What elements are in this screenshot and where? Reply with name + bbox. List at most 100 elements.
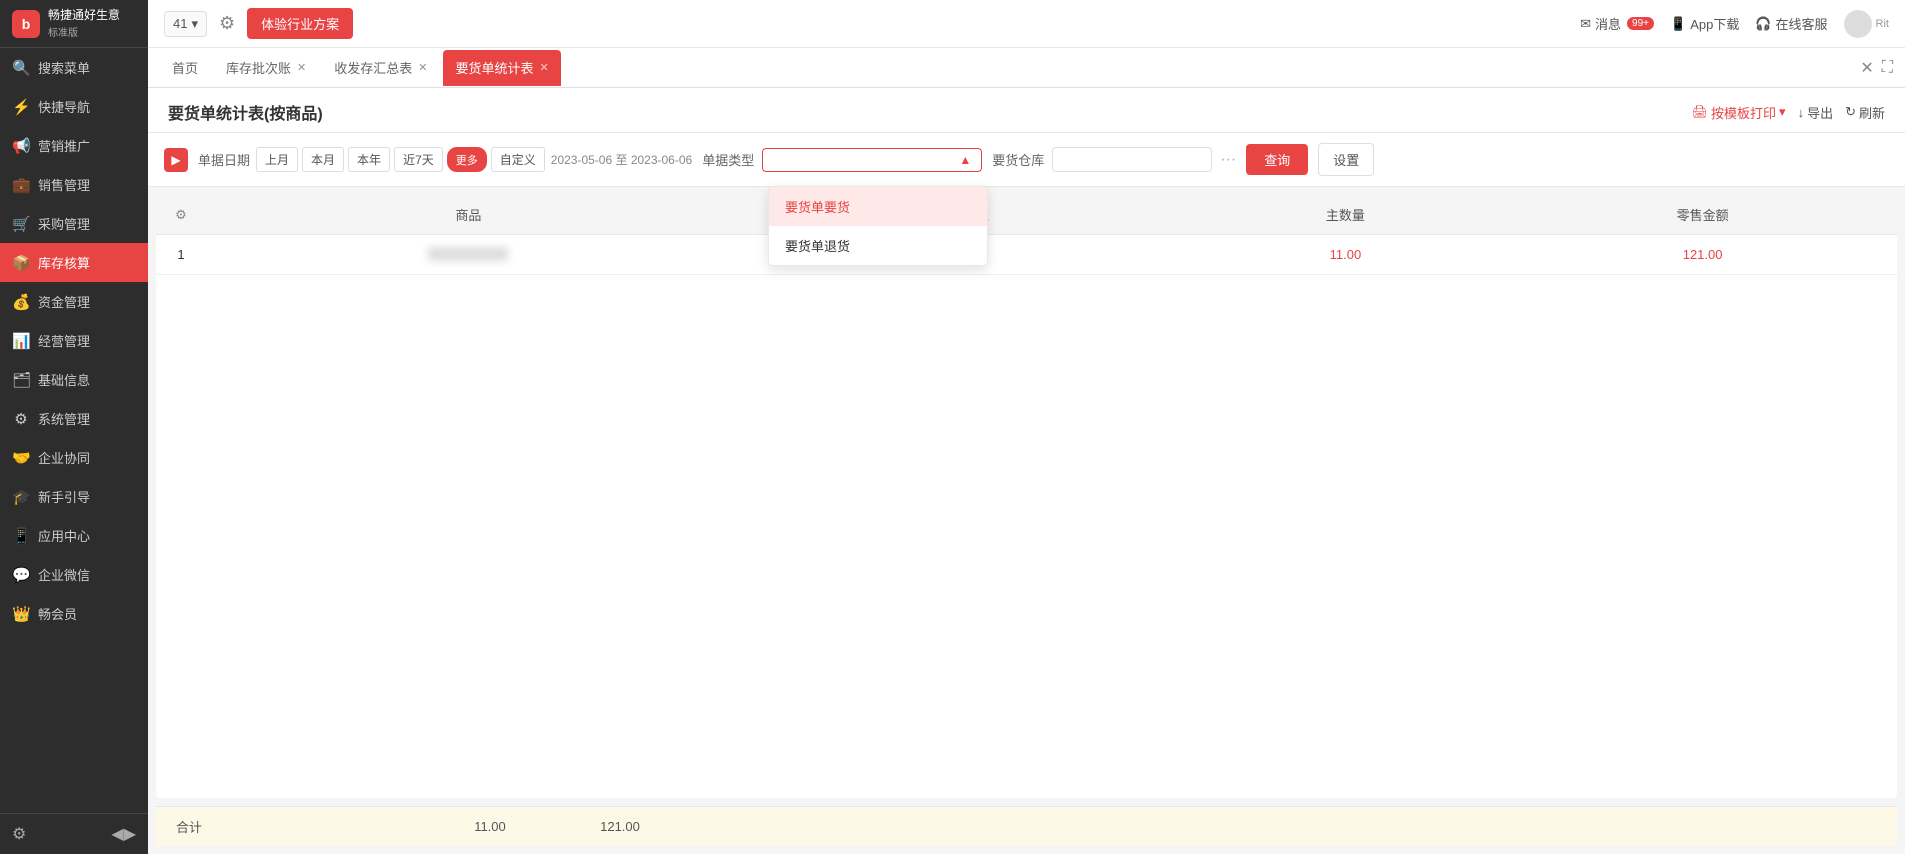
store-selector[interactable]: 41 ▾ (164, 11, 207, 37)
chart-icon: 📊 (12, 332, 30, 350)
date-btn-7days[interactable]: 近7天 (394, 147, 443, 172)
col-goods-header: 商品 (206, 195, 731, 235)
sidebar-item-base[interactable]: 🗂 基础信息 (0, 360, 148, 399)
date-btn-custom[interactable]: 自定义 (491, 147, 545, 172)
date-filter-group: 单据日期 上月 本月 本年 近7天 更多 自定义 2023-05-06 至 20… (198, 147, 692, 172)
sidebar-item-finance[interactable]: 💰 资金管理 (0, 282, 148, 321)
footer-qty: 11.00 (410, 819, 570, 834)
sidebar-item-label: 企业协同 (38, 448, 90, 467)
warehouse-input[interactable] (1052, 147, 1212, 172)
tab-batch-close[interactable]: ✕ (297, 61, 306, 74)
dropdown-item-order-return[interactable]: 要货单退货 (769, 226, 987, 265)
finance-icon: 💰 (12, 293, 30, 311)
page-content: 要货单统计表(按商品) 🖨 按模板打印 ▾ ↓ 导出 ↻ 刷新 ▶ (148, 88, 1905, 854)
table-header-row: ⚙ 商品 主计量单位 主数量 零售金额 (156, 195, 1897, 235)
guide-icon: 🎓 (12, 488, 30, 506)
tab-summary[interactable]: 收发存汇总表 ✕ (322, 50, 439, 86)
table-footer: 合计 11.00 121.00 (156, 806, 1897, 846)
sidebar-item-purchase[interactable]: 🛒 采购管理 (0, 204, 148, 243)
settings-bottom-icon[interactable]: ⚙ (12, 824, 26, 844)
date-quick-buttons: 上月 本月 本年 近7天 更多 自定义 (256, 147, 545, 172)
trial-button[interactable]: 体验行业方案 (247, 8, 353, 39)
close-all-icon[interactable]: ✕ (1860, 58, 1873, 78)
settings-button[interactable]: 设置 (1318, 143, 1374, 176)
row-goods (206, 235, 731, 275)
refresh-icon: ↻ (1845, 104, 1856, 120)
tab-home[interactable]: 首页 (160, 50, 210, 86)
sidebar-item-wechat[interactable]: 💬 企业微信 (0, 555, 148, 594)
sidebar-item-label: 基础信息 (38, 370, 90, 389)
sidebar-item-apps[interactable]: 📱 应用中心 (0, 516, 148, 555)
sidebar-item-system[interactable]: ⚙ 系统管理 (0, 399, 148, 438)
app-download-btn[interactable]: 📱 App下载 (1670, 14, 1739, 33)
sidebar-item-label: 经营管理 (38, 331, 90, 350)
page-header-actions: 🖨 按模板打印 ▾ ↓ 导出 ↻ 刷新 (1692, 103, 1886, 122)
topbar: 41 ▾ ⚙ 体验行业方案 ✉ 消息 99+ 📱 App下载 🎧 在线客服 R (148, 0, 1905, 48)
warehouse-more-icon[interactable]: ··· (1220, 151, 1236, 169)
goods-name-blurred (428, 247, 508, 261)
date-btn-last-month[interactable]: 上月 (256, 147, 298, 172)
sidebar-item-label: 企业微信 (38, 565, 90, 584)
topbar-settings-icon[interactable]: ⚙ (219, 13, 235, 34)
online-service-btn[interactable]: 🎧 在线客服 (1755, 14, 1827, 33)
tab-summary-label: 收发存汇总表 (334, 58, 412, 77)
sidebar-item-member[interactable]: 👑 畅会员 (0, 594, 148, 633)
user-avatar[interactable]: Rit (1844, 10, 1889, 38)
sales-icon: 💼 (12, 176, 30, 194)
online-service-label: 在线客服 (1776, 14, 1828, 33)
sidebar-item-operations[interactable]: 📊 经营管理 (0, 321, 148, 360)
col-settings-header: ⚙ (156, 195, 206, 235)
collapse-icon[interactable]: ◀▶ (111, 824, 136, 844)
tabbar-controls: ✕ ⛶ (1860, 58, 1893, 78)
tab-order-stat[interactable]: 要货单统计表 ✕ (443, 50, 560, 86)
sidebar-item-marketing[interactable]: 📢 营销推广 (0, 126, 148, 165)
tab-order-stat-close[interactable]: ✕ (540, 61, 549, 74)
marketing-icon: 📢 (12, 137, 30, 155)
sidebar-item-label: 系统管理 (38, 409, 90, 428)
sidebar-item-corp[interactable]: 🤝 企业协同 (0, 438, 148, 477)
sidebar-item-inventory[interactable]: 📦 库存核算 (0, 243, 148, 282)
sidebar-item-label: 资金管理 (38, 292, 90, 311)
date-btn-this-month[interactable]: 本月 (302, 147, 344, 172)
sidebar-item-label: 畅会员 (38, 604, 77, 623)
sidebar-item-shortcut[interactable]: ⚡ 快捷导航 (0, 87, 148, 126)
type-filter-group: 单据类型 ▲ (702, 148, 982, 172)
date-btn-this-year[interactable]: 本年 (348, 147, 390, 172)
tabbar: 首页 库存批次账 ✕ 收发存汇总表 ✕ 要货单统计表 ✕ ✕ ⛶ (148, 48, 1905, 88)
footer-amount: 121.00 (570, 819, 670, 834)
handshake-icon: 🤝 (12, 449, 30, 467)
type-dropdown-trigger[interactable]: ▲ (762, 148, 982, 172)
tab-batch[interactable]: 库存批次账 ✕ (214, 50, 318, 86)
store-number: 41 (173, 16, 187, 31)
system-icon: ⚙ (12, 410, 30, 428)
refresh-button[interactable]: ↻ 刷新 (1845, 103, 1885, 122)
inventory-icon: 📦 (12, 254, 30, 272)
row-index: 1 (156, 235, 206, 275)
export-button[interactable]: ↓ 导出 (1798, 103, 1834, 122)
date-btn-more[interactable]: 更多 (447, 147, 487, 172)
sidebar-item-search[interactable]: 🔍 搜索菜单 (0, 48, 148, 87)
dropdown-item-order-goods[interactable]: 要货单要货 (769, 187, 987, 226)
sidebar-item-label: 营销推广 (38, 136, 90, 155)
page-header: 要货单统计表(按商品) 🖨 按模板打印 ▾ ↓ 导出 ↻ 刷新 (148, 88, 1905, 133)
query-button[interactable]: 查询 (1246, 144, 1308, 175)
app-download-label: App下载 (1690, 14, 1739, 33)
col-amount-header: 零售金额 (1508, 195, 1897, 235)
tab-summary-close[interactable]: ✕ (418, 61, 427, 74)
chevron-up-icon: ▲ (959, 153, 971, 167)
filter-expand-button[interactable]: ▶ (164, 148, 188, 172)
messages-btn[interactable]: ✉ 消息 99+ (1580, 14, 1654, 33)
member-icon: 👑 (12, 605, 30, 623)
app-version: 标准版 (48, 24, 120, 39)
print-button[interactable]: 🖨 按模板打印 ▾ (1692, 103, 1786, 122)
cart-icon: 🛒 (12, 215, 30, 233)
sidebar-item-sales[interactable]: 💼 销售管理 (0, 165, 148, 204)
sidebar-item-guide[interactable]: 🎓 新手引导 (0, 477, 148, 516)
topbar-right: ✉ 消息 99+ 📱 App下载 🎧 在线客服 Rit (1580, 10, 1889, 38)
column-settings-icon[interactable]: ⚙ (175, 207, 187, 222)
headset-icon: 🎧 (1755, 16, 1771, 32)
maximize-icon[interactable]: ⛶ (1882, 59, 1893, 77)
sidebar-bottom: ⚙ ◀▶ (0, 813, 148, 854)
phone-dl-icon: 📱 (1670, 16, 1686, 32)
wechat-icon: 💬 (12, 566, 30, 584)
